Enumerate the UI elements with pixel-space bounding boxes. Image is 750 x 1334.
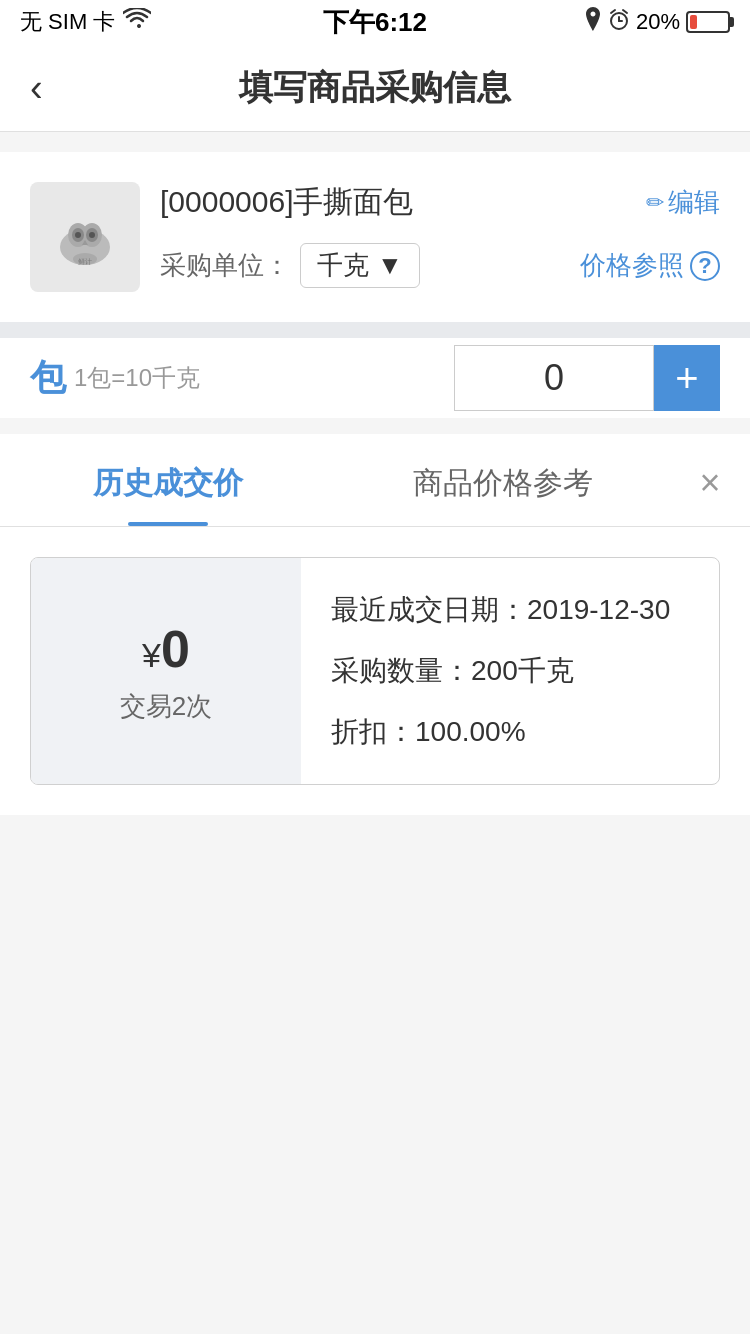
price-left: ¥0 交易2次 <box>31 558 301 784</box>
product-logo: 鲜计 <box>50 207 120 267</box>
alarm-icon <box>608 8 630 36</box>
battery-icon <box>686 11 730 33</box>
unit-conversion: 1包=10千克 <box>74 362 200 394</box>
tab-reference[interactable]: 商品价格参考 <box>335 435 670 526</box>
svg-text:鲜计: 鲜计 <box>78 258 92 265</box>
unit-value: 千克 <box>317 248 369 283</box>
discount-label: 折扣： <box>331 716 415 747</box>
unit-badge: 包 <box>30 354 66 403</box>
product-name-row: [0000006]手撕面包 ✏ 编辑 <box>160 182 720 223</box>
currency-symbol: ¥ <box>142 636 161 674</box>
tabs-header: 历史成交价 商品价格参考 × <box>0 434 750 527</box>
back-button[interactable]: ‹ <box>30 69 43 107</box>
purchase-unit-row: 采购单位： 千克 ▼ 价格参照 ? <box>160 243 720 288</box>
status-bar: 无 SIM 卡 下午6:12 20% <box>0 0 750 44</box>
price-quantity-row: 采购数量：200千克 <box>331 649 689 694</box>
date-label: 最近成交日期： <box>331 594 527 625</box>
price-ref-label: 价格参照 <box>580 248 684 283</box>
product-section: 鲜计 [0000006]手撕面包 ✏ 编辑 采购单位： 千克 ▼ <box>0 152 750 322</box>
price-trades: 交易2次 <box>120 689 212 724</box>
svg-point-8 <box>75 232 81 238</box>
svg-point-9 <box>89 232 95 238</box>
quantity-value: 200千克 <box>471 655 574 686</box>
status-right: 20% <box>584 7 730 37</box>
location-icon <box>584 7 602 37</box>
tab-reference-label: 商品价格参考 <box>413 466 593 499</box>
purchase-unit-left: 采购单位： 千克 ▼ <box>160 243 420 288</box>
battery-percent: 20% <box>636 9 680 35</box>
quantity-label: 采购数量： <box>331 655 471 686</box>
price-card-container: ¥0 交易2次 最近成交日期：2019-12-30 采购数量：200千克 折扣：… <box>0 527 750 815</box>
nav-bar: ‹ 填写商品采购信息 <box>0 44 750 132</box>
edit-label: 编辑 <box>668 185 720 220</box>
product-name: [0000006]手撕面包 <box>160 182 413 223</box>
quantity-input[interactable] <box>454 345 654 411</box>
help-icon: ? <box>690 251 720 281</box>
price-amount: ¥0 <box>142 619 190 679</box>
dropdown-icon: ▼ <box>377 250 403 281</box>
carrier-text: 无 SIM 卡 <box>20 7 115 37</box>
product-header: 鲜计 [0000006]手撕面包 ✏ 编辑 采购单位： 千克 ▼ <box>30 182 720 292</box>
main-content <box>0 815 750 1334</box>
battery-fill <box>690 15 697 29</box>
tab-close-button[interactable]: × <box>670 434 750 526</box>
tab-history-label: 历史成交价 <box>93 466 243 499</box>
price-discount-row: 折扣：100.00% <box>331 710 689 755</box>
quantity-row: 包 1包=10千克 + <box>0 338 750 418</box>
quantity-plus-button[interactable]: + <box>654 345 720 411</box>
date-value: 2019-12-30 <box>527 594 670 625</box>
status-time: 下午6:12 <box>323 5 427 40</box>
edit-button[interactable]: ✏ 编辑 <box>646 185 720 220</box>
page-title: 填写商品采购信息 <box>239 65 511 111</box>
gray-divider <box>0 322 750 338</box>
tab-history[interactable]: 历史成交价 <box>0 435 335 526</box>
purchase-unit-label: 采购单位： <box>160 248 290 283</box>
price-ref-button[interactable]: 价格参照 ? <box>580 248 720 283</box>
wifi-icon <box>123 8 151 36</box>
edit-icon: ✏ <box>646 190 664 216</box>
product-thumbnail: 鲜计 <box>30 182 140 292</box>
price-card: ¥0 交易2次 最近成交日期：2019-12-30 采购数量：200千克 折扣：… <box>30 557 720 785</box>
status-left: 无 SIM 卡 <box>20 7 151 37</box>
unit-selector[interactable]: 千克 ▼ <box>300 243 420 288</box>
tabs-section: 历史成交价 商品价格参考 × ¥0 交易2次 最近成交日期：2019-12-30… <box>0 434 750 815</box>
quantity-control: + <box>454 345 720 411</box>
price-value: 0 <box>161 620 190 678</box>
price-right: 最近成交日期：2019-12-30 采购数量：200千克 折扣：100.00% <box>301 558 719 784</box>
product-info: [0000006]手撕面包 ✏ 编辑 采购单位： 千克 ▼ 价格参照 <box>160 182 720 288</box>
discount-value: 100.00% <box>415 716 526 747</box>
unit-label: 包 1包=10千克 <box>30 354 200 403</box>
price-date-row: 最近成交日期：2019-12-30 <box>331 588 689 633</box>
